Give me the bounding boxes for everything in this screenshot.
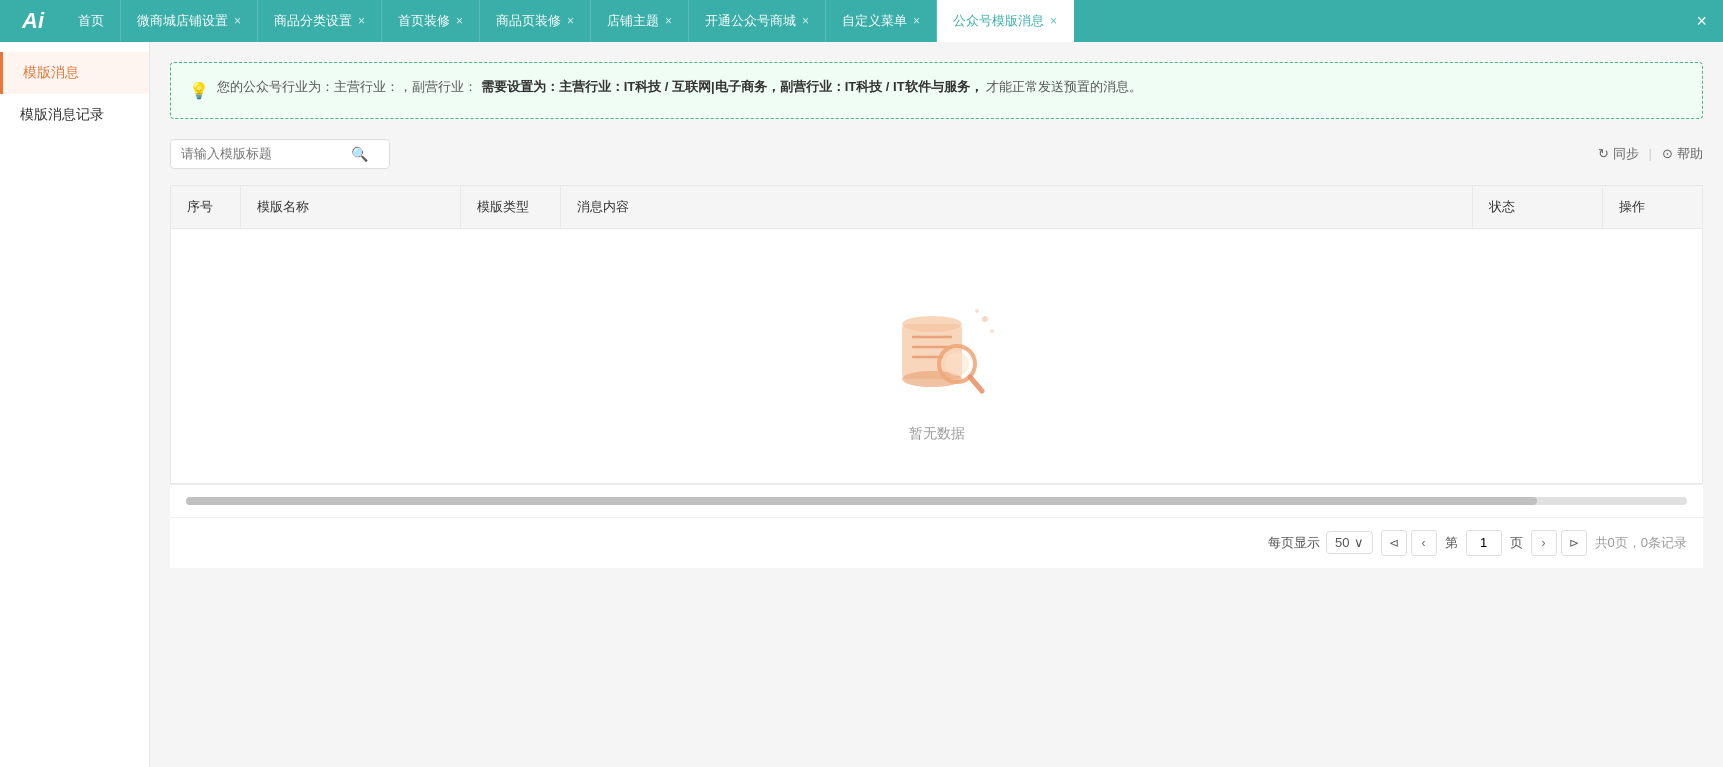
notice-box: 💡 您的公众号行业为：主营行业：，副营行业： 需要设置为：主营行业：IT科技 /…	[170, 62, 1703, 119]
search-input[interactable]	[181, 146, 351, 161]
tab-product-decor[interactable]: 商品页装修 ×	[480, 0, 591, 42]
tab-store-theme[interactable]: 店铺主题 ×	[591, 0, 689, 42]
notice-text: 您的公众号行业为：主营行业：，副营行业： 需要设置为：主营行业：IT科技 / 互…	[217, 77, 1142, 98]
app-logo: Ai	[8, 8, 58, 34]
per-page-select[interactable]: 50 ∨	[1326, 531, 1372, 554]
sync-icon: ↻	[1598, 146, 1609, 161]
help-icon: ⊙	[1662, 146, 1673, 161]
svg-point-11	[975, 309, 979, 313]
scroll-thumb	[186, 497, 1537, 505]
tab-close-shop-setting[interactable]: ×	[234, 14, 241, 28]
toolbar-divider: |	[1649, 146, 1652, 161]
tab-open-mall[interactable]: 开通公众号商城 ×	[689, 0, 826, 42]
empty-state: 暂无数据	[171, 229, 1702, 483]
tab-home-decor[interactable]: 首页装修 ×	[382, 0, 480, 42]
help-button[interactable]: ⊙ 帮助	[1662, 145, 1703, 163]
tab-shop-setting[interactable]: 微商城店铺设置 ×	[121, 0, 258, 42]
page-size-select: 每页显示 50 ∨	[1268, 531, 1372, 554]
empty-text: 暂无数据	[909, 425, 965, 443]
svg-point-10	[990, 329, 994, 333]
page-input[interactable]	[1466, 530, 1502, 556]
tab-close-custom-menu[interactable]: ×	[913, 14, 920, 28]
tab-close-home-decor[interactable]: ×	[456, 14, 463, 28]
prev-page-button[interactable]: ‹	[1411, 530, 1437, 556]
sidebar: 模版消息 模版消息记录	[0, 42, 150, 767]
empty-illustration	[877, 289, 997, 409]
notice-icon: 💡	[189, 78, 209, 104]
page-unit: 页	[1510, 534, 1523, 552]
tab-custom-menu[interactable]: 自定义菜单 ×	[826, 0, 937, 42]
scrollbar-area	[170, 484, 1703, 517]
page-nav: ⊲ ‹ 第 页 › ⊳	[1381, 530, 1587, 556]
svg-point-9	[982, 316, 988, 322]
total-info: 共0页，0条记录	[1595, 534, 1687, 552]
sync-button[interactable]: ↻ 同步	[1598, 145, 1639, 163]
sidebar-item-template-msg-log[interactable]: 模版消息记录	[0, 94, 149, 136]
data-table: 序号 模版名称 模版类型 消息内容 状态 操作	[170, 185, 1703, 484]
toolbar-right: ↻ 同步 | ⊙ 帮助	[1598, 145, 1703, 163]
col-header-index: 序号	[171, 185, 241, 228]
chevron-down-icon: ∨	[1354, 535, 1364, 550]
main-layout: 模版消息 模版消息记录 💡 您的公众号行业为：主营行业：，副营行业： 需要设置为…	[0, 42, 1723, 767]
last-page-button[interactable]: ⊳	[1561, 530, 1587, 556]
per-page-label: 每页显示	[1268, 534, 1320, 552]
per-page-value: 50	[1335, 535, 1349, 550]
sidebar-item-template-msg[interactable]: 模版消息	[0, 52, 149, 94]
search-bar: 🔍 ↻ 同步 | ⊙ 帮助	[170, 139, 1703, 169]
page-label: 第	[1445, 534, 1458, 552]
tab-category-setting[interactable]: 商品分类设置 ×	[258, 0, 382, 42]
col-header-action: 操作	[1603, 185, 1703, 228]
scroll-track[interactable]	[186, 497, 1687, 505]
tab-home[interactable]: 首页	[62, 0, 121, 42]
content-area: 💡 您的公众号行业为：主营行业：，副营行业： 需要设置为：主营行业：IT科技 /…	[150, 42, 1723, 767]
tab-close-product-decor[interactable]: ×	[567, 14, 574, 28]
svg-point-7	[945, 352, 969, 376]
col-header-name: 模版名称	[241, 185, 461, 228]
tab-bar: Ai 首页 微商城店铺设置 × 商品分类设置 × 首页装修 × 商品页装修 × …	[0, 0, 1723, 42]
search-input-wrap: 🔍	[170, 139, 390, 169]
tab-close-category-setting[interactable]: ×	[358, 14, 365, 28]
col-header-type: 模版类型	[461, 185, 561, 228]
col-header-content: 消息内容	[561, 185, 1473, 228]
pagination: 每页显示 50 ∨ ⊲ ‹ 第 页 › ⊳ 共0页，0条记录	[170, 517, 1703, 568]
tab-template-msg[interactable]: 公众号模版消息 ×	[937, 0, 1074, 42]
tab-close-template-msg[interactable]: ×	[1050, 14, 1057, 28]
tab-close-open-mall[interactable]: ×	[802, 14, 809, 28]
svg-line-8	[970, 377, 982, 391]
search-icon[interactable]: 🔍	[351, 146, 368, 162]
tab-bar-close-button[interactable]: ×	[1688, 11, 1715, 32]
col-header-status: 状态	[1473, 185, 1603, 228]
next-page-button[interactable]: ›	[1531, 530, 1557, 556]
first-page-button[interactable]: ⊲	[1381, 530, 1407, 556]
tab-close-store-theme[interactable]: ×	[665, 14, 672, 28]
